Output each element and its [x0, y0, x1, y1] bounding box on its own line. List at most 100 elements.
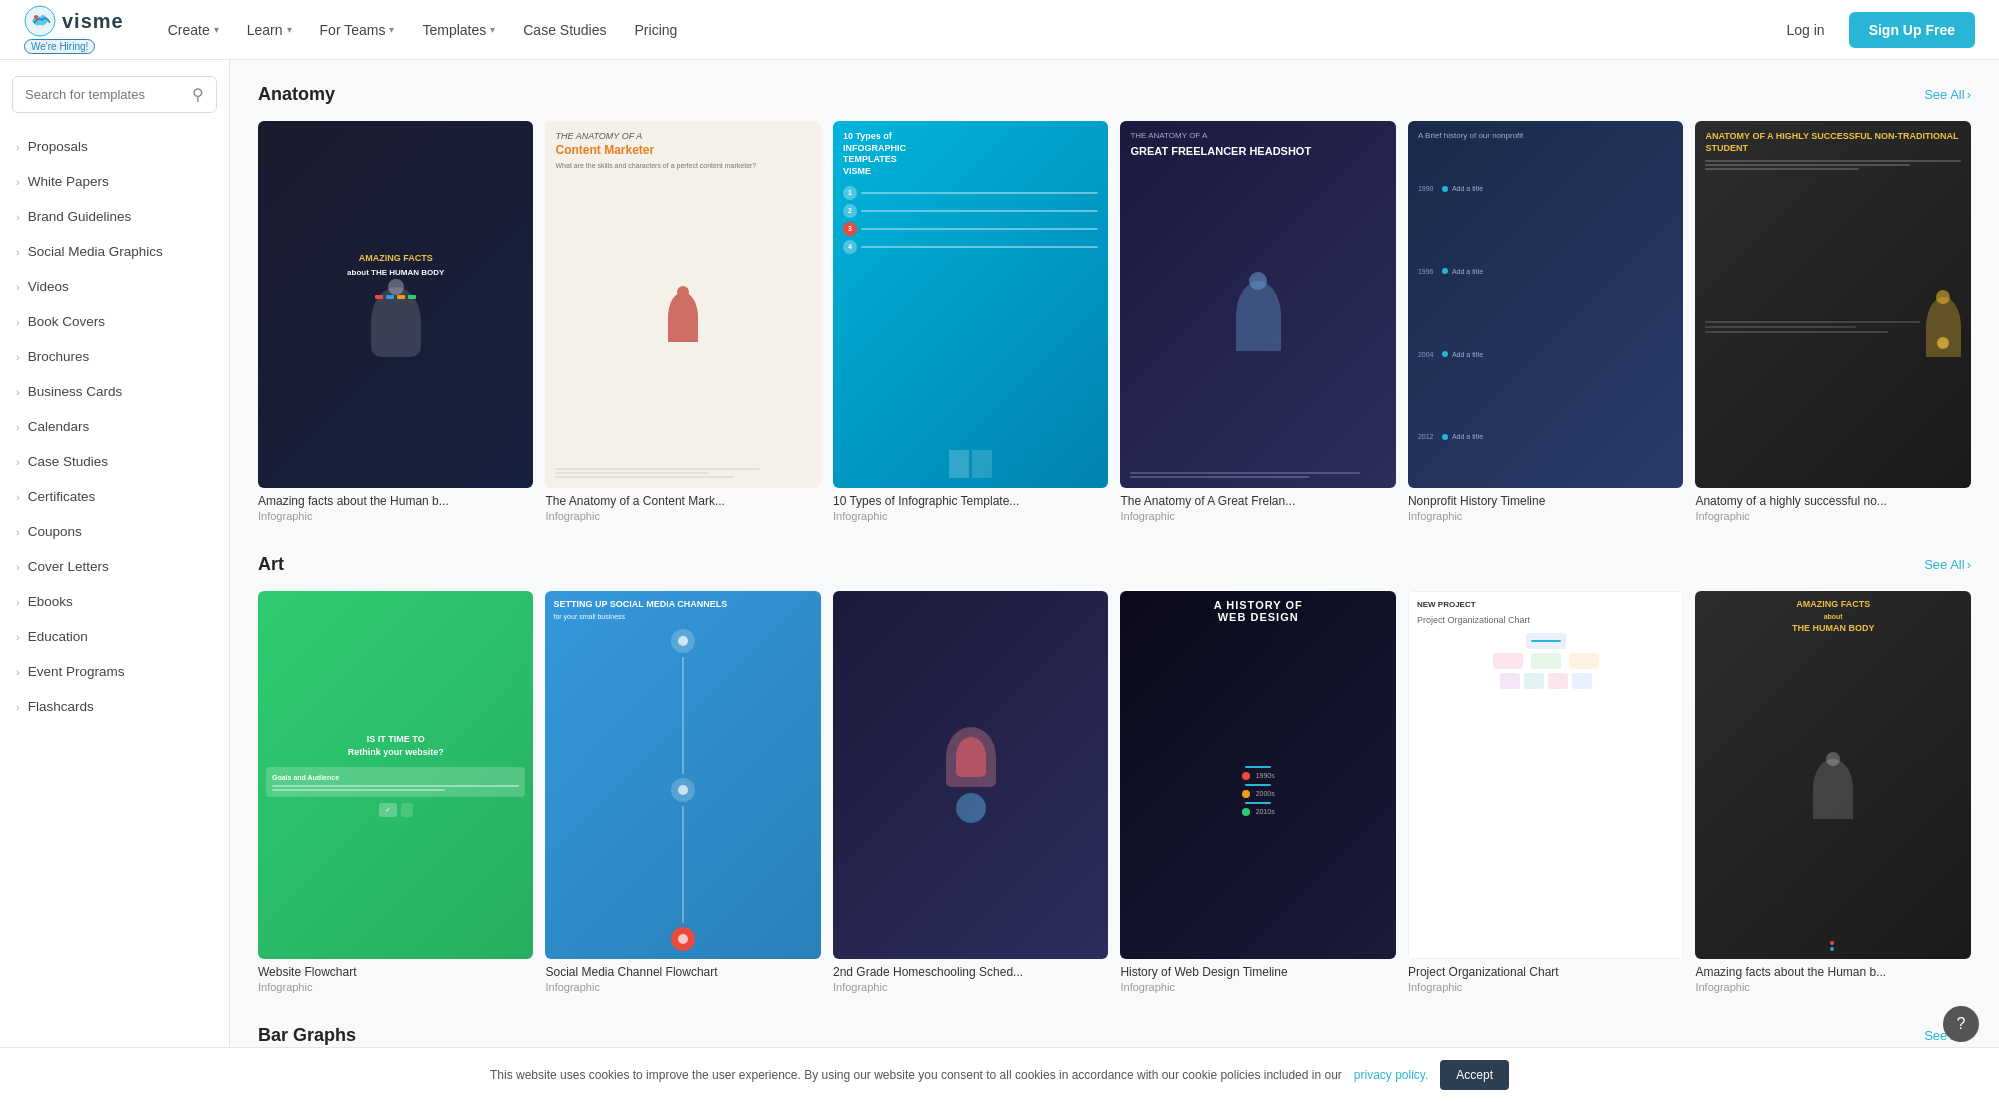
- card-type: Infographic: [1408, 981, 1683, 993]
- sidebar-item-white-papers[interactable]: › White Papers: [0, 164, 229, 199]
- anatomy-section-header: Anatomy See All ›: [258, 84, 1971, 105]
- art-section: Art See All › IS IT TIME TORethink your …: [258, 554, 1971, 992]
- nav-templates[interactable]: Templates ▾: [410, 14, 507, 46]
- art-title: Art: [258, 554, 284, 575]
- chevron-right-icon: ›: [16, 456, 20, 468]
- card-art-2[interactable]: SETTING UP SOCIAL MEDIA CHANNELSfor your…: [545, 591, 820, 992]
- card-type: Infographic: [1695, 510, 1970, 522]
- login-button[interactable]: Log in: [1774, 14, 1836, 46]
- card-anatomy-1[interactable]: AMAZING FACTS about THE HUMAN BODY: [258, 121, 533, 522]
- card-anatomy-6[interactable]: ANATOMY OF A HIGHLY SUCCESSFUL NON-TRADI…: [1695, 121, 1970, 522]
- card-title: The Anatomy of a Content Mark...: [545, 494, 820, 508]
- nav-learn[interactable]: Learn ▾: [235, 14, 304, 46]
- cookie-accept-button[interactable]: Accept: [1440, 1060, 1509, 1090]
- sidebar-item-ebooks[interactable]: › Ebooks: [0, 584, 229, 619]
- chevron-right-icon: ›: [16, 701, 20, 713]
- chevron-right-icon: ›: [16, 561, 20, 573]
- chevron-right-icon: ›: [16, 526, 20, 538]
- card-title: Amazing facts about the Human b...: [258, 494, 533, 508]
- sidebar-item-book-covers[interactable]: › Book Covers: [0, 304, 229, 339]
- search-wrap: ⚲: [0, 76, 229, 129]
- chevron-right-icon: ›: [16, 596, 20, 608]
- art-section-header: Art See All ›: [258, 554, 1971, 575]
- card-art-4[interactable]: A HISTORY OFWEB DESIGN 1990s: [1120, 591, 1395, 992]
- anatomy-section: Anatomy See All › AMAZING FACTS about TH…: [258, 84, 1971, 522]
- card-type: Infographic: [1408, 510, 1683, 522]
- chevron-right-icon: ›: [16, 491, 20, 503]
- sidebar-item-brochures[interactable]: › Brochures: [0, 339, 229, 374]
- chevron-right-icon: ›: [16, 666, 20, 678]
- search-box[interactable]: ⚲: [12, 76, 217, 113]
- art-see-all[interactable]: See All ›: [1924, 557, 1971, 572]
- svg-point-1: [34, 15, 38, 19]
- card-type: Infographic: [833, 510, 1108, 522]
- card-type: Infographic: [258, 510, 533, 522]
- chevron-right-icon: ›: [16, 141, 20, 153]
- nav-for-teams[interactable]: For Teams ▾: [308, 14, 407, 46]
- card-type: Infographic: [1120, 981, 1395, 993]
- card-anatomy-4[interactable]: THE ANATOMY OF A GREAT FREELANCER HEADSH…: [1120, 121, 1395, 522]
- sidebar: ⚲ › Proposals › White Papers › Brand Gui…: [0, 60, 230, 1102]
- sidebar-item-business-cards[interactable]: › Business Cards: [0, 374, 229, 409]
- anatomy-cards: AMAZING FACTS about THE HUMAN BODY: [258, 121, 1971, 522]
- chevron-right-icon: ›: [16, 351, 20, 363]
- card-art-5[interactable]: NEW PROJECT Project Organizational Chart: [1408, 591, 1683, 992]
- chevron-right-icon: ›: [16, 631, 20, 643]
- card-title: Project Organizational Chart: [1408, 965, 1683, 979]
- nav-create[interactable]: Create ▾: [156, 14, 231, 46]
- chevron-right-icon: ›: [16, 211, 20, 223]
- nav-case-studies[interactable]: Case Studies: [511, 14, 618, 46]
- card-type: Infographic: [545, 510, 820, 522]
- card-anatomy-2[interactable]: THE ANATOMY OF A Content Marketer What a…: [545, 121, 820, 522]
- sidebar-item-videos[interactable]: › Videos: [0, 269, 229, 304]
- cookie-banner: This website uses cookies to improve the…: [0, 1047, 1999, 1102]
- chevron-down-icon: ▾: [287, 24, 292, 35]
- card-anatomy-3[interactable]: 10 Types ofINFOGRAPHICTEMPLATESVISME 1 2: [833, 121, 1108, 522]
- chevron-right-icon: ›: [16, 386, 20, 398]
- nav-pricing[interactable]: Pricing: [623, 14, 690, 46]
- sidebar-item-education[interactable]: › Education: [0, 619, 229, 654]
- card-type: Infographic: [545, 981, 820, 993]
- sidebar-item-coupons[interactable]: › Coupons: [0, 514, 229, 549]
- cookie-privacy-link[interactable]: privacy policy.: [1354, 1068, 1428, 1082]
- sidebar-item-cover-letters[interactable]: › Cover Letters: [0, 549, 229, 584]
- card-type: Infographic: [1120, 510, 1395, 522]
- chevron-down-icon: ▾: [389, 24, 394, 35]
- sidebar-item-certificates[interactable]: › Certificates: [0, 479, 229, 514]
- sidebar-item-case-studies[interactable]: › Case Studies: [0, 444, 229, 479]
- card-art-6[interactable]: AMAZING FACTSaboutTHE HUMAN BODY: [1695, 591, 1970, 992]
- main-nav: visme We're Hiring! Create ▾ Learn ▾ For…: [0, 0, 1999, 60]
- sidebar-item-brand-guidelines[interactable]: › Brand Guidelines: [0, 199, 229, 234]
- card-art-1[interactable]: IS IT TIME TORethink your website? Goals…: [258, 591, 533, 992]
- sidebar-item-flashcards[interactable]: › Flashcards: [0, 689, 229, 724]
- card-anatomy-5[interactable]: A Brief history of our nonprofit 1990 Ad…: [1408, 121, 1683, 522]
- logo-text: visme: [62, 10, 124, 33]
- main-content: Anatomy See All › AMAZING FACTS about TH…: [230, 60, 1999, 1102]
- chevron-down-icon: ▾: [490, 24, 495, 35]
- anatomy-see-all[interactable]: See All ›: [1924, 87, 1971, 102]
- chevron-right-icon: ›: [1967, 557, 1971, 572]
- chevron-right-icon: ›: [1967, 87, 1971, 102]
- sidebar-item-proposals[interactable]: › Proposals: [0, 129, 229, 164]
- art-cards: IS IT TIME TORethink your website? Goals…: [258, 591, 1971, 992]
- logo-icon: [24, 5, 56, 37]
- card-title: History of Web Design Timeline: [1120, 965, 1395, 979]
- card-art-3[interactable]: 2nd Grade Homeschooling Sched... Infogra…: [833, 591, 1108, 992]
- search-icon[interactable]: ⚲: [192, 85, 204, 104]
- logo[interactable]: visme We're Hiring!: [24, 5, 124, 54]
- card-title: Anatomy of a highly successful no...: [1695, 494, 1970, 508]
- sidebar-item-social-media[interactable]: › Social Media Graphics: [0, 234, 229, 269]
- search-input[interactable]: [25, 87, 184, 102]
- sidebar-item-event-programs[interactable]: › Event Programs: [0, 654, 229, 689]
- chevron-down-icon: ▾: [214, 24, 219, 35]
- chevron-right-icon: ›: [16, 281, 20, 293]
- nav-links: Create ▾ Learn ▾ For Teams ▾ Templates ▾…: [156, 14, 1775, 46]
- signup-button[interactable]: Sign Up Free: [1849, 12, 1975, 48]
- card-title: Social Media Channel Flowchart: [545, 965, 820, 979]
- chevron-right-icon: ›: [16, 246, 20, 258]
- cookie-text: This website uses cookies to improve the…: [490, 1068, 1342, 1082]
- bar-graphs-title: Bar Graphs: [258, 1025, 356, 1046]
- sidebar-item-calendars[interactable]: › Calendars: [0, 409, 229, 444]
- help-button[interactable]: ?: [1943, 1006, 1979, 1042]
- card-title: Nonprofit History Timeline: [1408, 494, 1683, 508]
